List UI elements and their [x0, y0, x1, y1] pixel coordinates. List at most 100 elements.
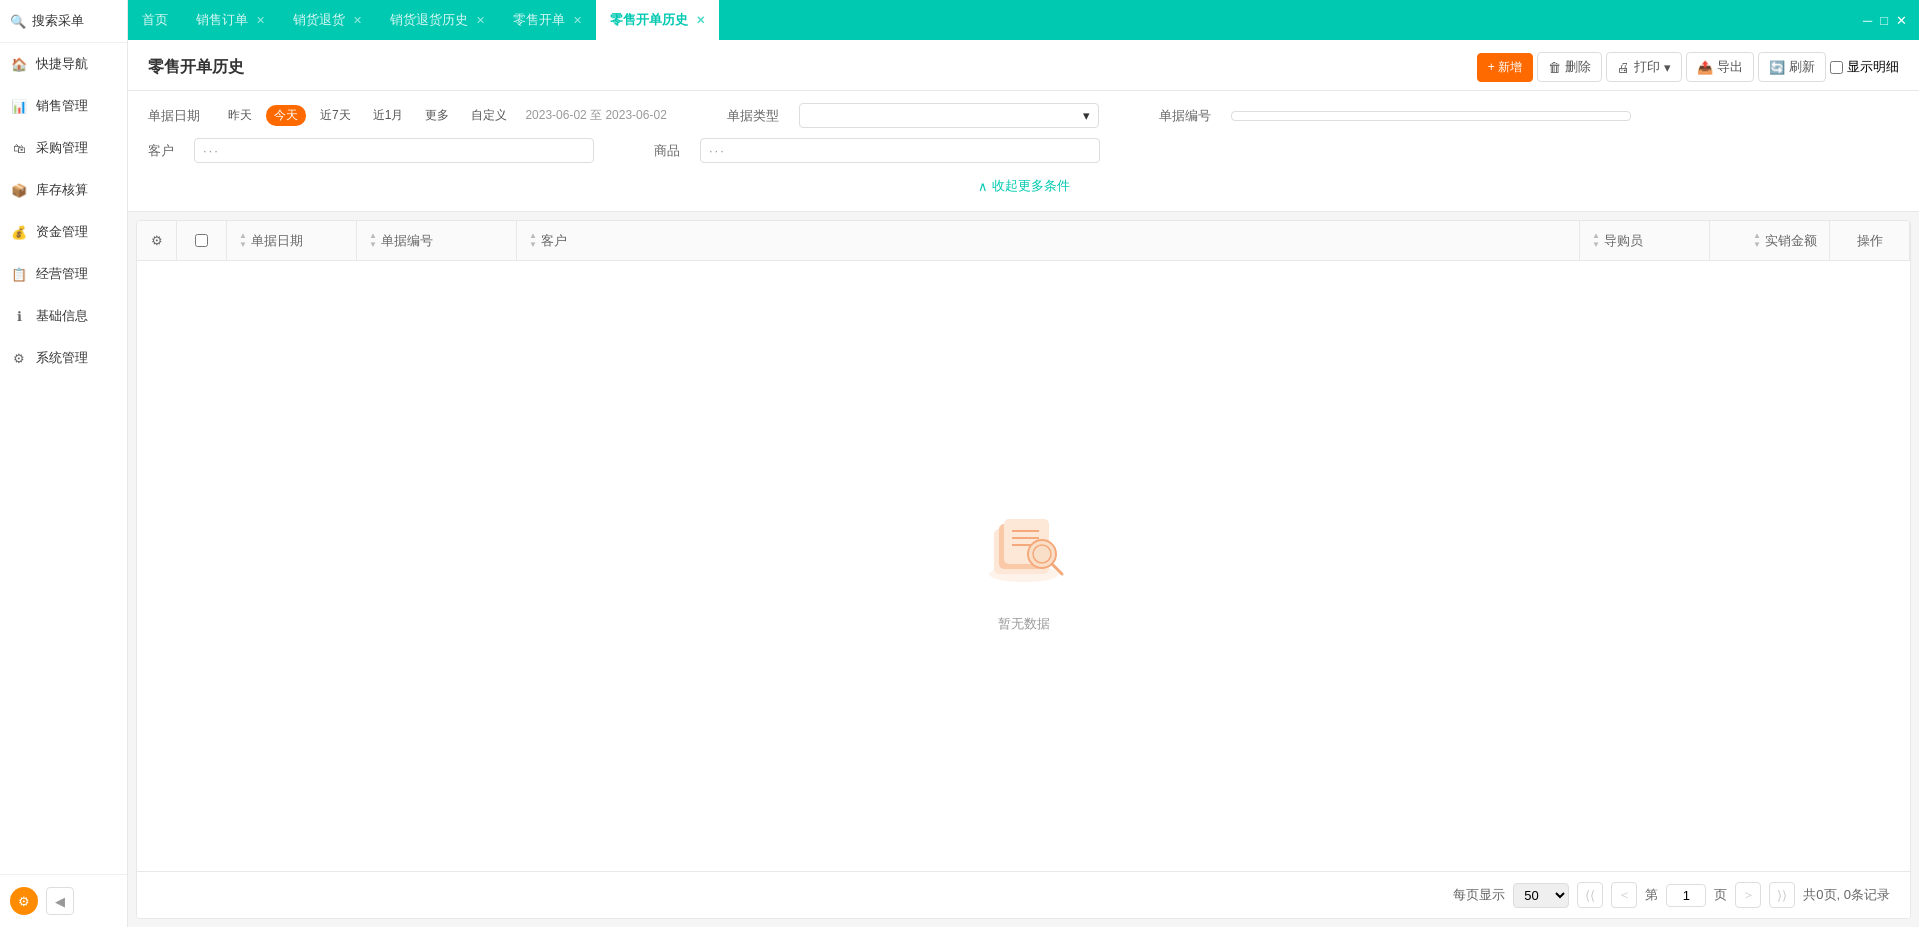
delete-button[interactable]: 🗑 删除	[1537, 52, 1602, 82]
delete-icon: 🗑	[1548, 60, 1561, 75]
last1m-shortcut[interactable]: 近1月	[365, 105, 412, 126]
yesterday-shortcut[interactable]: 昨天	[220, 105, 260, 126]
tab-sales-order[interactable]: 销售订单 ✕	[182, 0, 279, 40]
display-detail-checkbox[interactable]	[1830, 61, 1843, 74]
sidebar-item-system[interactable]: ⚙ 系统管理	[0, 337, 127, 379]
th-action: 操作	[1830, 221, 1910, 260]
customer-filter-label: 客户	[148, 142, 174, 160]
collapse-more-label: 收起更多条件	[992, 177, 1070, 195]
th-bill-no-label: 单据编号	[381, 232, 433, 250]
window-max-button[interactable]: □	[1880, 13, 1888, 28]
info-icon: ℹ	[10, 307, 28, 325]
sidebar-item-finance[interactable]: 💰 资金管理	[0, 211, 127, 253]
th-settings[interactable]: ⚙	[137, 221, 177, 260]
today-shortcut[interactable]: 今天	[266, 105, 306, 126]
customer-filter-input[interactable]: ···	[194, 138, 594, 163]
tab-return-history-label: 销货退货历史	[390, 11, 468, 29]
goods-filter-input[interactable]: ···	[700, 138, 1100, 163]
sidebar-item-quick-nav[interactable]: 🏠 快捷导航	[0, 43, 127, 85]
sidebar-item-inventory[interactable]: 📦 库存核算	[0, 169, 127, 211]
export-label: 导出	[1717, 58, 1743, 76]
collapse-more-button[interactable]: ∧ 收起更多条件	[148, 173, 1899, 199]
next-page-button[interactable]: ＞	[1735, 882, 1761, 908]
type-filter-select[interactable]: ▾	[799, 103, 1099, 128]
prev-page-button[interactable]: ＜	[1611, 882, 1637, 908]
first-page-button[interactable]: ⟨⟨	[1577, 882, 1603, 908]
settings-button[interactable]: ⚙	[10, 887, 38, 915]
system-icon: ⚙	[10, 349, 28, 367]
select-all-checkbox[interactable]	[195, 234, 208, 247]
sidebar-item-sales[interactable]: 📊 销售管理	[0, 85, 127, 127]
add-button[interactable]: + 新增	[1477, 53, 1533, 82]
display-detail-toggle[interactable]: 显示明细	[1830, 58, 1899, 76]
billno-sort[interactable]: ▲▼	[369, 232, 377, 249]
date-sort[interactable]: ▲▼	[239, 232, 247, 249]
sidebar-item-label: 基础信息	[36, 307, 88, 325]
bill-no-filter-input[interactable]	[1231, 111, 1631, 121]
window-min-button[interactable]: ─	[1863, 13, 1872, 28]
sidebar-item-ops[interactable]: 📋 经营管理	[0, 253, 127, 295]
tab-return[interactable]: 销货退货 ✕	[279, 0, 376, 40]
tab-retail-open-close[interactable]: ✕	[573, 14, 582, 27]
th-action-label: 操作	[1857, 232, 1883, 250]
refresh-button[interactable]: 🔄 刷新	[1758, 52, 1826, 82]
tab-return-label: 销货退货	[293, 11, 345, 29]
type-select-arrow: ▾	[1083, 108, 1090, 123]
th-customer: ▲▼ 客户	[517, 221, 1580, 260]
collapse-arrow-icon: ∧	[978, 179, 988, 194]
th-customer-label: 客户	[541, 232, 567, 250]
last-page-button[interactable]: ⟩⟩	[1769, 882, 1795, 908]
date-filter-label: 单据日期	[148, 107, 200, 125]
th-checkbox[interactable]	[177, 221, 227, 260]
date-shortcuts: 昨天 今天 近7天 近1月 更多 自定义 2023-06-02 至 2023-0…	[220, 105, 667, 126]
per-page-select[interactable]: 50 10 20 100	[1513, 883, 1569, 908]
tab-return-history[interactable]: 销货退货历史 ✕	[376, 0, 499, 40]
content-area: 零售开单历史 + 新增 🗑 删除 🖨 打印 ▾ 📤 导出 🔄	[128, 40, 1919, 927]
tab-retail-history[interactable]: 零售开单历史 ✕	[596, 0, 719, 40]
sidebar-item-label: 快捷导航	[36, 55, 88, 73]
page-number-input[interactable]	[1666, 884, 1706, 907]
export-button[interactable]: 📤 导出	[1686, 52, 1754, 82]
sidebar: 🔍 搜索采单 🏠 快捷导航 📊 销售管理 🛍 采购管理 📦 库存核算 💰 资金管…	[0, 0, 128, 927]
sidebar-search[interactable]: 🔍 搜索采单	[0, 0, 127, 43]
collapse-sidebar-button[interactable]: ◀	[46, 887, 74, 915]
print-button[interactable]: 🖨 打印 ▾	[1606, 52, 1682, 82]
filter-row-1: 单据日期 昨天 今天 近7天 近1月 更多 自定义 2023-06-02 至 2…	[148, 103, 1899, 128]
page-prefix: 第	[1645, 886, 1658, 904]
sidebar-item-base[interactable]: ℹ 基础信息	[0, 295, 127, 337]
refresh-icon: 🔄	[1769, 60, 1785, 75]
custom-shortcut[interactable]: 自定义	[463, 105, 515, 126]
amount-sort[interactable]: ▲▼	[1753, 232, 1761, 249]
window-close-button[interactable]: ✕	[1896, 13, 1907, 28]
print-icon: 🖨	[1617, 60, 1630, 75]
tab-retail-open-label: 零售开单	[513, 11, 565, 29]
last7-shortcut[interactable]: 近7天	[312, 105, 359, 126]
tab-retail-open[interactable]: 零售开单 ✕	[499, 0, 596, 40]
th-amount: ▲▼ 实销金额	[1710, 221, 1830, 260]
table-area: ⚙ ▲▼ 单据日期 ▲▼ 单据编号	[136, 220, 1911, 919]
th-amount-label: 实销金额	[1765, 232, 1817, 250]
box-icon: 📦	[10, 181, 28, 199]
tab-retail-history-close[interactable]: ✕	[696, 14, 705, 27]
filter-row-2: 客户 ··· 商品 ···	[148, 138, 1899, 163]
date-range-display: 2023-06-02 至 2023-06-02	[525, 107, 666, 124]
sidebar-item-label: 销售管理	[36, 97, 88, 115]
more-shortcut[interactable]: 更多	[417, 105, 457, 126]
guide-sort[interactable]: ▲▼	[1592, 232, 1600, 249]
goods-filter-label: 商品	[654, 142, 680, 160]
gear-icon: ⚙	[18, 894, 30, 909]
tab-return-history-close[interactable]: ✕	[476, 14, 485, 27]
tab-return-close[interactable]: ✕	[353, 14, 362, 27]
tab-home[interactable]: 首页	[128, 0, 182, 40]
th-date: ▲▼ 单据日期	[227, 221, 357, 260]
customer-sort[interactable]: ▲▼	[529, 232, 537, 249]
window-controls: ─ □ ✕	[1851, 13, 1919, 28]
sidebar-item-label: 系统管理	[36, 349, 88, 367]
bag-icon: 🛍	[10, 139, 28, 157]
money-icon: 💰	[10, 223, 28, 241]
total-info: 共0页, 0条记录	[1803, 886, 1890, 904]
tab-sales-order-close[interactable]: ✕	[256, 14, 265, 27]
tab-home-label: 首页	[142, 11, 168, 29]
sidebar-item-purchase[interactable]: 🛍 采购管理	[0, 127, 127, 169]
ops-icon: 📋	[10, 265, 28, 283]
